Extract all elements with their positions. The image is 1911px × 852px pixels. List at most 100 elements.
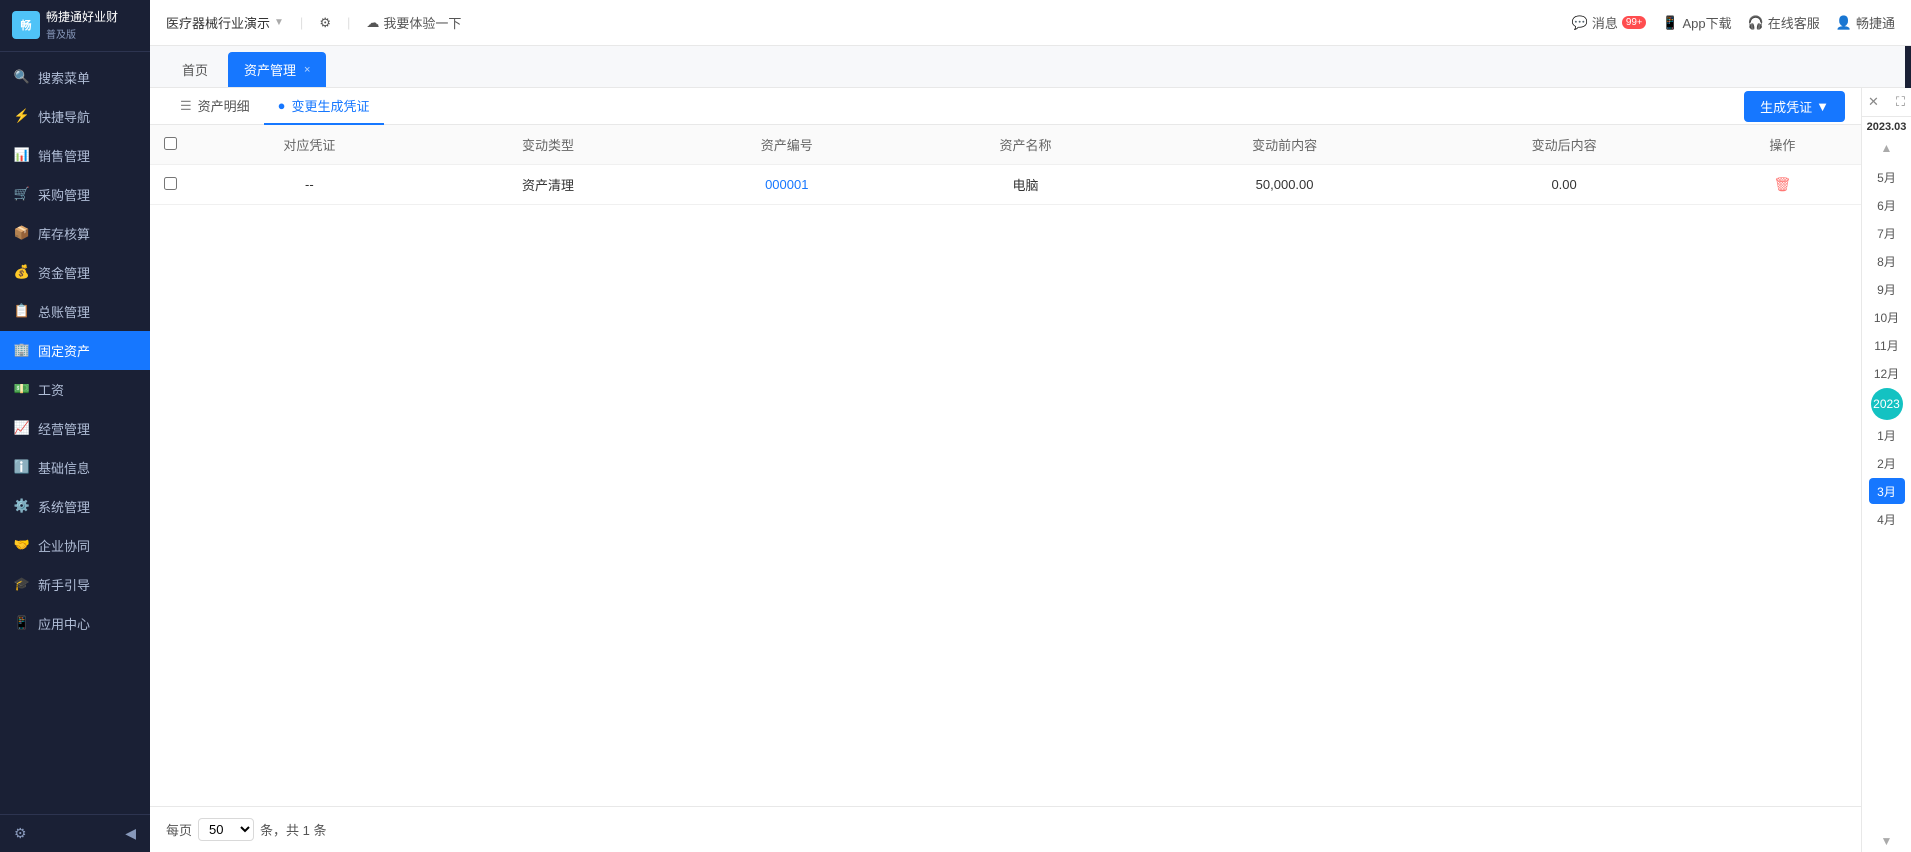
sidebar-item-basic-info[interactable]: ℹ️基础信息: [0, 448, 150, 487]
tabbar: 首页 资产管理 ×: [150, 46, 1911, 88]
operations-icon: 📈: [14, 420, 30, 436]
tab-home[interactable]: 首页: [166, 52, 224, 87]
settings-gear[interactable]: ⚙: [319, 15, 331, 31]
main-wrapper: 医疗器械行业演示 ▼ | ⚙ | ☁ 我要体验一下 💬 消息 99+ 📱 App…: [150, 0, 1911, 852]
sidebar-item-guide[interactable]: 🎓新手引导: [0, 565, 150, 604]
messages-button[interactable]: 💬 消息 99+: [1572, 13, 1647, 32]
user-icon: 👤: [1836, 15, 1852, 31]
row-checkbox-cell: [150, 165, 190, 205]
sidebar-label-search: 搜索菜单: [38, 68, 90, 87]
sidebar-label-purchase: 采购管理: [38, 185, 90, 204]
row-checkbox[interactable]: [164, 177, 177, 190]
month-item[interactable]: 1月: [1869, 422, 1905, 448]
settings-icon[interactable]: ⚙: [14, 825, 27, 842]
row-asset-no: 000001: [667, 165, 906, 205]
sidebar-item-ledger[interactable]: 📋总账管理: [0, 292, 150, 331]
sidebar-item-system[interactable]: ⚙️ 系统管理: [0, 487, 150, 526]
sidebar-item-enterprise[interactable]: 🤝企业协同: [0, 526, 150, 565]
select-all-checkbox-header[interactable]: [150, 125, 190, 165]
sidebar-item-sales[interactable]: 📊销售管理: [0, 136, 150, 175]
company-name: 医疗器械行业演示: [166, 13, 270, 32]
sidebar-item-payroll[interactable]: 💵工资: [0, 370, 150, 409]
month-item[interactable]: 2月: [1869, 450, 1905, 476]
scroll-up-button[interactable]: ▲: [1862, 137, 1911, 159]
month-item[interactable]: 5月: [1869, 164, 1905, 190]
month-item[interactable]: 6月: [1869, 192, 1905, 218]
panel-year-label: 2023.03: [1862, 117, 1911, 137]
month-item[interactable]: 4月: [1869, 506, 1905, 532]
sub-tabs: ☰ 资产明细 ● 变更生成凭证: [166, 88, 1744, 124]
inventory-icon: 📦: [14, 225, 30, 241]
dropdown-arrow-icon: ▼: [274, 17, 284, 28]
app-center-icon: 📱: [14, 615, 30, 631]
gear-icon: ⚙: [319, 15, 331, 31]
calendar-months: 5月6月7月8月9月10月11月12月20231月2月3月4月: [1862, 159, 1911, 830]
side-panel-close-icon[interactable]: ✕: [1868, 94, 1879, 110]
tab-asset-management[interactable]: 资产管理 ×: [228, 52, 326, 87]
sidebar-item-fixed-assets[interactable]: 🏢固定资产: [0, 331, 150, 370]
sidebar-item-purchase[interactable]: 🛒采购管理: [0, 175, 150, 214]
feedback-button[interactable]: ☁ 我要体验一下: [366, 13, 461, 32]
sidebar-item-inventory[interactable]: 📦库存核算: [0, 214, 150, 253]
app-download-label: App下载: [1682, 13, 1731, 32]
sidebar-item-operations[interactable]: 📈 经营管理: [0, 409, 150, 448]
table-icon: ☰: [180, 98, 192, 114]
year-2023-label[interactable]: 2023: [1871, 388, 1903, 420]
row-voucher: --: [190, 165, 429, 205]
company-selector[interactable]: 医疗器械行业演示 ▼: [166, 13, 284, 32]
month-item[interactable]: 7月: [1869, 220, 1905, 246]
month-item[interactable]: 8月: [1869, 248, 1905, 274]
logo-line2: 普及版: [46, 26, 118, 41]
sidebar-item-finance[interactable]: 💰资金管理: [0, 253, 150, 292]
per-page-select[interactable]: 102050100: [198, 818, 254, 841]
scroll-down-button[interactable]: ▼: [1862, 830, 1911, 852]
row-before-change: 50,000.00: [1145, 165, 1425, 205]
side-panel-expand-icon[interactable]: ⛶: [1896, 94, 1905, 110]
data-table: 对应凭证 变动类型 资产编号 资产名称 变动前内容 变动后内容 操作 -- 资产…: [150, 125, 1861, 205]
column-asset-no: 资产编号: [667, 125, 906, 165]
sub-tab-detail-label: 资产明细: [198, 96, 250, 115]
main-content: ☰ 资产明细 ● 变更生成凭证 生成凭证 ▼: [150, 88, 1861, 852]
sidebar-label-quick-nav: 快捷导航: [38, 107, 90, 126]
cloud-icon: ☁: [366, 15, 379, 31]
sidebar: 畅 畅捷通好业财 普及版 🔍搜索菜单⚡快捷导航📊销售管理🛒采购管理📦库存核算💰资…: [0, 0, 150, 852]
delete-icon[interactable]: 🗑: [1774, 176, 1792, 192]
phone-icon: 📱: [1662, 15, 1678, 31]
sidebar-label-fixed-assets: 固定资产: [38, 341, 90, 360]
sidebar-label-finance: 资金管理: [38, 263, 90, 282]
sidebar-navigation: 🔍搜索菜单 ⚡ 快捷导航 📊销售管理🛒采购管理📦库存核算💰资金管理📋总账管理🏢固定资产…: [0, 52, 150, 814]
month-item[interactable]: 10月: [1869, 304, 1905, 330]
tab-close-icon[interactable]: ×: [304, 64, 310, 76]
sub-tab-asset-detail[interactable]: ☰ 资产明细: [166, 88, 264, 125]
logo-icon: 畅: [12, 11, 40, 39]
customer-service-button[interactable]: 🎧 在线客服: [1748, 13, 1820, 32]
month-item[interactable]: 9月: [1869, 276, 1905, 302]
user-menu[interactable]: 👤 畅捷通: [1836, 13, 1895, 32]
month-item[interactable]: 12月: [1869, 360, 1905, 386]
circle-icon: ●: [278, 98, 286, 113]
guide-icon: 🎓: [14, 576, 30, 592]
collapse-icon[interactable]: ◀: [125, 825, 136, 842]
sidebar-label-basic-info: 基础信息: [38, 458, 90, 477]
month-item[interactable]: 3月: [1869, 478, 1905, 504]
select-all-checkbox[interactable]: [164, 137, 177, 150]
sidebar-label-operations: 经营管理: [38, 419, 90, 438]
column-change-type: 变动类型: [429, 125, 668, 165]
system-icon: ⚙️: [14, 498, 30, 514]
sub-tab-generate-voucher[interactable]: ● 变更生成凭证: [264, 88, 384, 125]
app-download-button[interactable]: 📱 App下载: [1662, 13, 1731, 32]
generate-voucher-button[interactable]: 生成凭证 ▼: [1744, 91, 1845, 122]
topbar-separator-1: |: [300, 15, 303, 30]
row-change-type: 资产清理: [429, 165, 668, 205]
month-item[interactable]: 11月: [1869, 332, 1905, 358]
headset-icon: 🎧: [1748, 15, 1764, 31]
sidebar-item-search[interactable]: 🔍搜索菜单: [0, 58, 150, 97]
row-after-change: 0.00: [1424, 165, 1704, 205]
column-after-change: 变动后内容: [1424, 125, 1704, 165]
sidebar-item-app-center[interactable]: 📱应用中心: [0, 604, 150, 643]
sidebar-label-sales: 销售管理: [38, 146, 90, 165]
sidebar-label-system: 系统管理: [38, 497, 90, 516]
column-asset-name: 资产名称: [906, 125, 1145, 165]
quick-nav-icon: ⚡: [14, 108, 30, 124]
sidebar-item-quick-nav[interactable]: ⚡ 快捷导航: [0, 97, 150, 136]
